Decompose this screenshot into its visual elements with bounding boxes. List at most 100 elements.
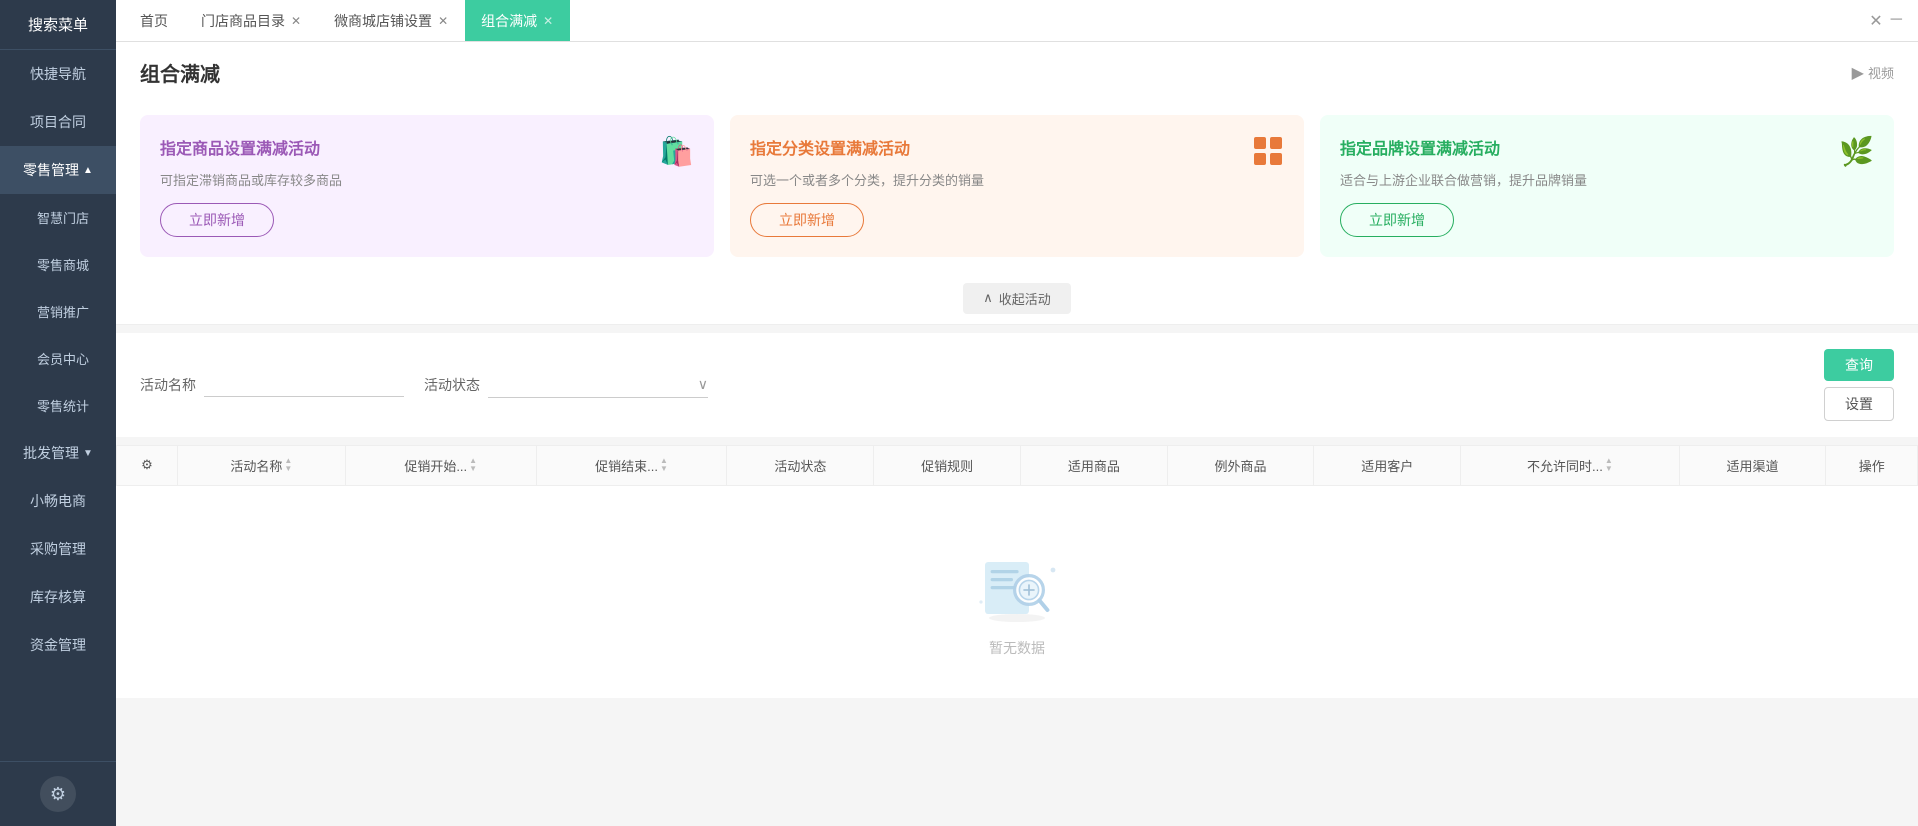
collapse-label: 收起活动 (999, 289, 1051, 308)
chevron-down-icon: ▼ (83, 448, 93, 459)
tab-label: 首页 (140, 11, 168, 31)
tab-home[interactable]: 首页 (124, 0, 185, 41)
sort-arrows-icon: ▲▼ (284, 457, 292, 473)
col-status: 活动状态 (727, 445, 874, 485)
query-button[interactable]: 查询 (1824, 349, 1894, 381)
play-icon: ▶ (1852, 63, 1864, 83)
sidebar-item-quick-nav[interactable]: 快捷导航 (0, 50, 116, 98)
collapse-bar: ∧ 收起活动 (116, 273, 1918, 325)
col-promo-rule: 促销规则 (874, 445, 1021, 485)
card-title: 指定品牌设置满减活动 (1340, 135, 1874, 159)
filter-status-label: 活动状态 (424, 375, 480, 395)
product-activity-card: 指定商品设置满减活动 🛍️ 可指定滞销商品或库存较多商品 立即新增 (140, 115, 714, 257)
sidebar-item-retail-stats[interactable]: 零售统计 (0, 382, 116, 429)
tab-label: 门店商品目录 (201, 11, 285, 31)
settings-icon: ⚙ (141, 457, 153, 472)
setting-button[interactable]: 设置 (1824, 387, 1894, 421)
add-product-activity-button[interactable]: 立即新增 (160, 203, 274, 237)
card-title: 指定商品设置满减活动 (160, 135, 694, 159)
col-label: 适用渠道 (1727, 459, 1779, 474)
window-controls: ✕ ─ (1861, 11, 1910, 31)
sidebar-item-marketing[interactable]: 营销推广 (0, 288, 116, 335)
col-label: 促销规则 (921, 459, 973, 474)
close-icon[interactable]: ✕ (291, 14, 301, 28)
empty-illustration (967, 546, 1067, 626)
sidebar-item-label: 批发管理 (23, 443, 79, 463)
page-header: 组合满减 ▶ 视频 (116, 42, 1918, 99)
card-desc: 可指定滞销商品或库存较多商品 (160, 171, 694, 191)
col-applicable-goods: 适用商品 (1020, 445, 1167, 485)
card-desc: 适合与上游企业联合做营销，提升品牌销量 (1340, 171, 1874, 191)
filter-name-label: 活动名称 (140, 375, 196, 395)
close-icon[interactable]: ✕ (543, 14, 553, 28)
sort-arrows-icon: ▲▼ (469, 457, 477, 473)
sidebar-item-member-center[interactable]: 会员中心 (0, 335, 116, 382)
sidebar-item-label: 零售管理 (23, 160, 79, 180)
sidebar-item-label: 智慧门店 (37, 208, 89, 227)
col-settings[interactable]: ⚙ (117, 445, 178, 485)
gear-icon-container[interactable]: ⚙ (40, 776, 76, 812)
sidebar-item-finance-mgmt[interactable]: 资金管理 (0, 621, 116, 669)
sidebar-item-label: 采购管理 (30, 539, 86, 559)
sidebar-search[interactable]: 搜索菜单 (0, 0, 116, 50)
video-label: 视频 (1868, 63, 1894, 82)
sidebar-item-smart-store[interactable]: 智慧门店 (0, 194, 116, 241)
card-product-icon: 🛍️ (659, 135, 694, 168)
col-label: 活动名称 (230, 456, 282, 475)
sidebar-item-label: 资金管理 (30, 635, 86, 655)
activity-status-select[interactable]: ∨ (488, 372, 708, 398)
col-label: 适用商品 (1068, 459, 1120, 474)
sidebar-item-purchase-mgmt[interactable]: 采购管理 (0, 525, 116, 573)
page-title: 组合满减 (140, 58, 220, 87)
sidebar-item-label: 库存核算 (30, 587, 86, 607)
empty-state: 暂无数据 (117, 486, 1918, 698)
sort-arrows-icon: ▲▼ (660, 457, 668, 473)
sort-arrows-icon: ▲▼ (1605, 457, 1613, 473)
add-brand-activity-button[interactable]: 立即新增 (1340, 203, 1454, 237)
chevron-up-icon: ∧ (983, 290, 993, 306)
activity-name-input[interactable] (204, 372, 404, 397)
col-label: 操作 (1859, 459, 1885, 474)
col-promo-start[interactable]: 促销开始... ▲▼ (345, 445, 536, 485)
filter-name-group: 活动名称 (140, 372, 404, 397)
empty-text: 暂无数据 (989, 638, 1045, 658)
sidebar-item-project-contract[interactable]: 项目合同 (0, 98, 116, 146)
card-desc: 可选一个或者多个分类，提升分类的销量 (750, 171, 1284, 191)
sidebar-item-retail-mgmt[interactable]: 零售管理 ▲ (0, 146, 116, 194)
col-name[interactable]: 活动名称 ▲▼ (177, 445, 345, 485)
chevron-up-icon: ▲ (83, 165, 93, 176)
tab-wechat-store[interactable]: 微商城店铺设置 ✕ (318, 0, 465, 41)
tab-combo-discount[interactable]: 组合满减 ✕ (465, 0, 570, 41)
col-label: 促销开始... (404, 456, 467, 475)
col-applicable-channel: 适用渠道 (1679, 445, 1826, 485)
sidebar-item-label: 营销推广 (37, 302, 89, 321)
close-icon[interactable]: ✕ (438, 14, 448, 28)
card-category-icon (1252, 135, 1284, 174)
minimize-window-button[interactable]: ─ (1891, 11, 1902, 31)
content-area: 组合满减 ▶ 视频 指定商品设置满减活动 🛍️ 可指定滞销商品或库存较多商品 立… (116, 42, 1918, 826)
collapse-activity-button[interactable]: ∧ 收起活动 (963, 283, 1071, 314)
col-promo-end[interactable]: 促销结束... ▲▼ (536, 445, 727, 485)
tab-label: 组合满减 (481, 11, 537, 31)
main-area: 首页 门店商品目录 ✕ 微商城店铺设置 ✕ 组合满减 ✕ ✕ ─ 组合满减 ▶ … (116, 0, 1918, 826)
category-activity-card: 指定分类设置满减活动 可选一个或者多个分类，提升分类的销量 立即新增 (730, 115, 1304, 257)
sidebar-item-xiaochangec[interactable]: 小畅电商 (0, 477, 116, 525)
tab-bar: 首页 门店商品目录 ✕ 微商城店铺设置 ✕ 组合满减 ✕ ✕ ─ (116, 0, 1918, 42)
video-link[interactable]: ▶ 视频 (1852, 63, 1894, 83)
sidebar-settings[interactable]: ⚙ (0, 761, 116, 826)
sidebar-item-retail-mall[interactable]: 零售商城 (0, 241, 116, 288)
add-category-activity-button[interactable]: 立即新增 (750, 203, 864, 237)
col-no-concurrent[interactable]: 不允许同时... ▲▼ (1461, 445, 1680, 485)
sidebar-item-inventory[interactable]: 库存核算 (0, 573, 116, 621)
sidebar-item-label: 项目合同 (30, 112, 86, 132)
col-label: 促销结束... (595, 456, 658, 475)
brand-activity-card: 指定品牌设置满减活动 🌿 适合与上游企业联合做营销，提升品牌销量 立即新增 (1320, 115, 1894, 257)
activity-table: ⚙ 活动名称 ▲▼ 促销开始... ▲▼ (116, 445, 1918, 698)
close-window-button[interactable]: ✕ (1869, 11, 1882, 31)
tab-store-catalog[interactable]: 门店商品目录 ✕ (185, 0, 318, 41)
sidebar-item-label: 快捷导航 (30, 64, 86, 84)
sidebar-item-label: 零售商城 (37, 255, 89, 274)
card-brand-icon: 🌿 (1839, 135, 1874, 168)
sidebar-item-wholesale-mgmt[interactable]: 批发管理 ▼ (0, 429, 116, 477)
card-title: 指定分类设置满减活动 (750, 135, 1284, 159)
